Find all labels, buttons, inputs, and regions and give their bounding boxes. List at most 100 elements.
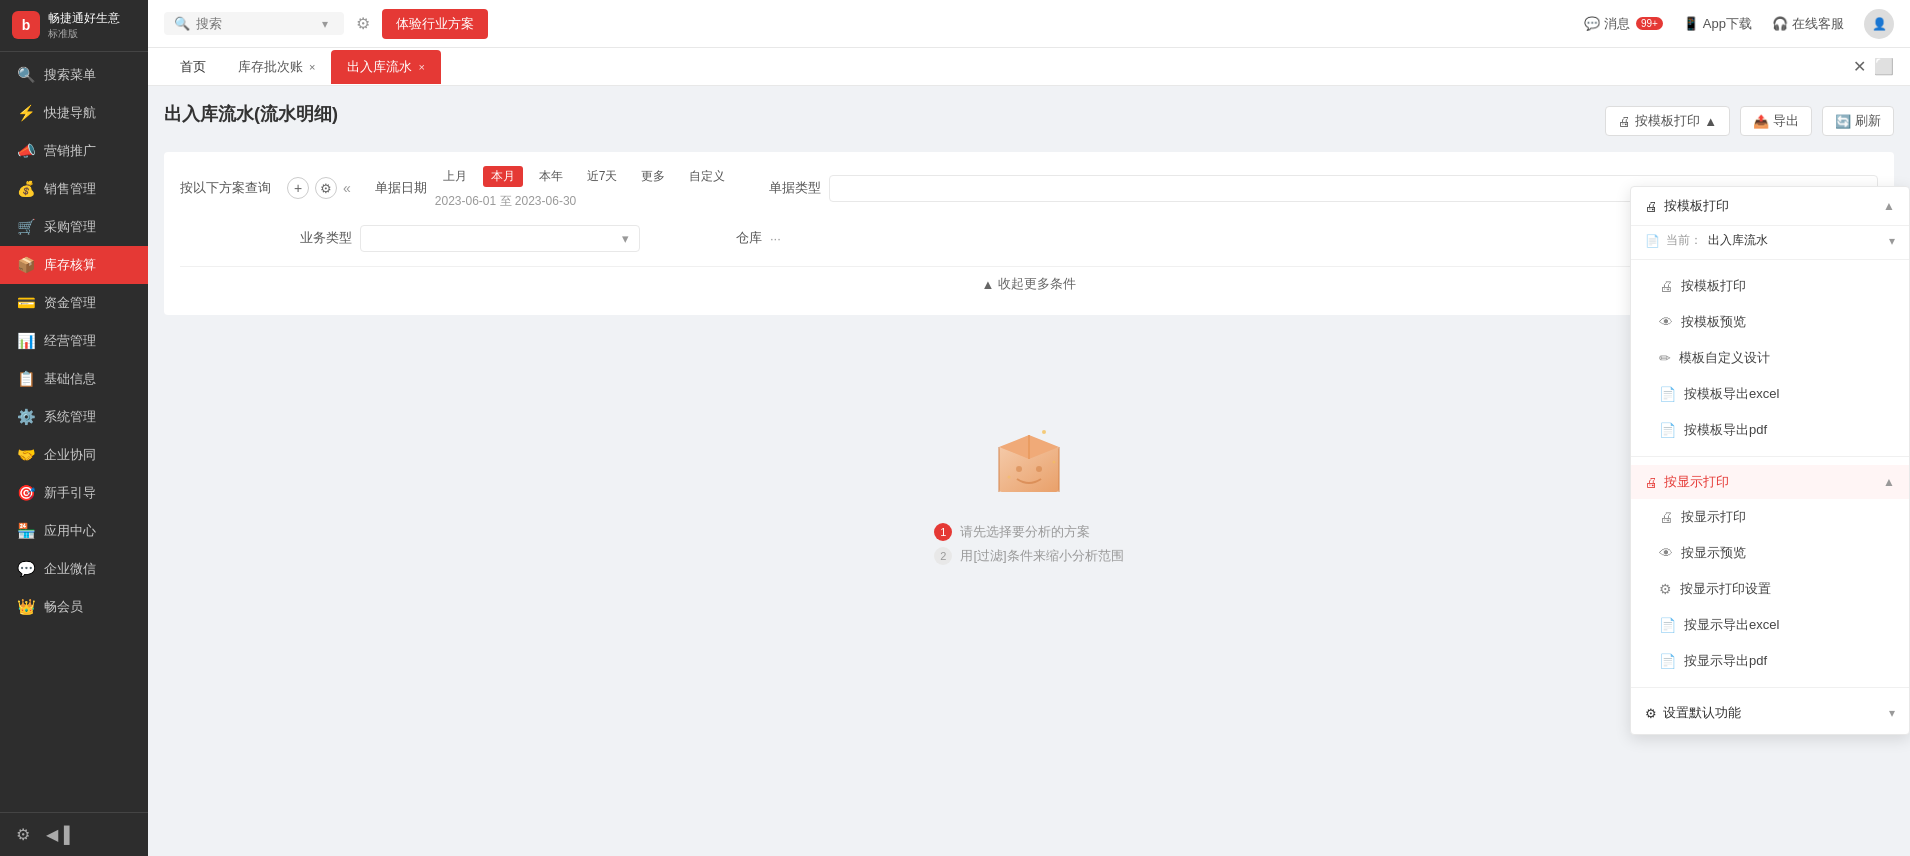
dropdown-item-display-print[interactable]: 🖨 按显示打印 — [1631, 499, 1909, 535]
print-chevron-icon: ▲ — [1704, 114, 1717, 129]
svg-point-5 — [1042, 430, 1046, 434]
sales-icon: 💰 — [16, 180, 36, 198]
window-close-icon[interactable]: ✕ — [1853, 57, 1866, 76]
online-service-button[interactable]: 🎧 在线客服 — [1772, 15, 1844, 33]
dropdown-item-display-settings[interactable]: ⚙ 按显示打印设置 — [1631, 571, 1909, 607]
filter-setting-button[interactable]: ⚙ — [315, 177, 337, 199]
date-tab-more[interactable]: 更多 — [633, 166, 673, 187]
sidebar-item-sales[interactable]: 💰 销售管理 — [0, 170, 148, 208]
display-print-icon: 🖨 — [1659, 509, 1673, 525]
dropdown-item-template-design[interactable]: ✏ 模板自定义设计 — [1631, 340, 1909, 376]
online-service-label: 在线客服 — [1792, 15, 1844, 33]
app-download-button[interactable]: 📱 App下载 — [1683, 15, 1752, 33]
app-logo-icon: b — [12, 11, 40, 39]
sidebar-item-purchase[interactable]: 🛒 采购管理 — [0, 208, 148, 246]
sidebar-item-collab[interactable]: 🤝 企业协同 — [0, 436, 148, 474]
display-section-arrow-icon: ▲ — [1883, 475, 1895, 489]
print-template-button[interactable]: 🖨 按模板打印 ▲ — [1605, 106, 1730, 136]
tab-flow[interactable]: 出入库流水 × — [331, 50, 440, 84]
svg-point-9 — [1036, 466, 1042, 472]
window-maximize-icon[interactable]: ⬜ — [1874, 57, 1894, 76]
dropdown-item-display-preview[interactable]: 👁 按显示预览 — [1631, 535, 1909, 571]
date-tab-last-month[interactable]: 上月 — [435, 166, 475, 187]
refresh-icon: 🔄 — [1835, 114, 1851, 129]
display-settings-label: 按显示打印设置 — [1680, 580, 1771, 598]
collapse-more-button[interactable]: ▲ 收起更多条件 — [180, 266, 1878, 301]
tab-flow-close-icon[interactable]: × — [418, 61, 424, 73]
sidebar-item-marketing[interactable]: 📣 营销推广 — [0, 132, 148, 170]
template-pdf-icon: 📄 — [1659, 422, 1676, 438]
dropdown-item-display-excel[interactable]: 📄 按显示导出excel — [1631, 607, 1909, 643]
dropdown-close-icon[interactable]: ▲ — [1883, 199, 1895, 213]
step-2-text: 用[过滤]条件来缩小分析范围 — [960, 547, 1123, 565]
user-avatar[interactable]: 👤 — [1864, 9, 1894, 39]
tab-batch-account-close-icon[interactable]: × — [309, 61, 315, 73]
date-tab-7days[interactable]: 近7天 — [579, 166, 626, 187]
topbar-gear-icon[interactable]: ⚙ — [356, 14, 370, 33]
sidebar-item-basic[interactable]: 📋 基础信息 — [0, 360, 148, 398]
sidebar-item-search[interactable]: 🔍 搜索菜单 — [0, 56, 148, 94]
date-tab-custom[interactable]: 自定义 — [681, 166, 733, 187]
sidebar-item-quick-nav[interactable]: ⚡ 快捷导航 — [0, 94, 148, 132]
refresh-button[interactable]: 🔄 刷新 — [1822, 106, 1894, 136]
dropdown-print-icon: 🖨 — [1645, 199, 1658, 214]
date-tab-current-month[interactable]: 本月 — [483, 166, 523, 187]
current-value: 出入库流水 — [1708, 232, 1768, 249]
dropdown-item-template-print[interactable]: 🖨 按模板打印 — [1631, 268, 1909, 304]
sidebar-item-guide-label: 新手引导 — [44, 484, 96, 502]
page-header-actions: 🖨 按模板打印 ▲ 📤 导出 🔄 刷新 — [1605, 106, 1894, 136]
industry-solution-button[interactable]: 体验行业方案 — [382, 9, 488, 39]
tab-batch-account[interactable]: 库存批次账 × — [222, 50, 331, 84]
tab-home[interactable]: 首页 — [164, 50, 222, 84]
sidebar-item-app-center[interactable]: 🏪 应用中心 — [0, 512, 148, 550]
tab-flow-label: 出入库流水 — [347, 58, 412, 76]
page-content: 出入库流水(流水明细) 🖨 按模板打印 ▲ 📤 导出 🔄 刷新 — [148, 86, 1910, 856]
message-badge: 99+ — [1636, 17, 1663, 30]
sidebar-item-finance[interactable]: 💳 资金管理 — [0, 284, 148, 322]
display-print-label: 按显示打印 — [1681, 508, 1746, 526]
date-tabs: 上月 本月 本年 近7天 更多 自定义 — [435, 166, 734, 187]
sidebar-settings-icon[interactable]: ⚙ — [16, 825, 30, 844]
sidebar-item-system[interactable]: ⚙️ 系统管理 — [0, 398, 148, 436]
sidebar-item-operation[interactable]: 📊 经营管理 — [0, 322, 148, 360]
topbar-search-box[interactable]: 🔍 ▾ — [164, 12, 344, 35]
print-icon: 🖨 — [1618, 114, 1631, 129]
warehouse-select[interactable]: ··· — [770, 226, 1639, 251]
dropdown-item-display-pdf[interactable]: 📄 按显示导出pdf — [1631, 643, 1909, 679]
display-pdf-icon: 📄 — [1659, 653, 1676, 669]
set-default-button[interactable]: ⚙ 设置默认功能 ▾ — [1631, 696, 1909, 730]
warehouse-placeholder: ··· — [770, 231, 781, 246]
sidebar-item-wechat[interactable]: 💬 企业微信 — [0, 550, 148, 588]
business-type-select[interactable]: ▾ — [360, 225, 640, 252]
sidebar-item-inventory[interactable]: 📦 库存核算 — [0, 246, 148, 284]
dropdown-item-template-excel[interactable]: 📄 按模板导出excel — [1631, 376, 1909, 412]
date-tab-this-year[interactable]: 本年 — [531, 166, 571, 187]
filter-collapse-button[interactable]: « — [343, 180, 351, 196]
date-filter: 上月 本月 本年 近7天 更多 自定义 2023-06-01 至 2023-06… — [435, 166, 734, 210]
sidebar-item-system-label: 系统管理 — [44, 408, 96, 426]
sidebar-item-search-label: 搜索菜单 — [44, 66, 96, 84]
print-dropdown-panel: 🖨 按模板打印 ▲ 📄 当前： 出入库流水 ▾ 🖨 按模板打印 — [1630, 186, 1910, 735]
dropdown-item-template-preview[interactable]: 👁 按模板预览 — [1631, 304, 1909, 340]
template-preview-icon: 👁 — [1659, 314, 1673, 330]
sidebar-item-member[interactable]: 👑 畅会员 — [0, 588, 148, 626]
page-header-row: 出入库流水(流水明细) 🖨 按模板打印 ▲ 📤 导出 🔄 刷新 — [164, 102, 1894, 140]
operation-icon: 📊 — [16, 332, 36, 350]
step-1-text: 请先选择要分析的方案 — [960, 523, 1090, 541]
dropdown-item-template-pdf[interactable]: 📄 按模板导出pdf — [1631, 412, 1909, 448]
topbar-search-input[interactable] — [196, 16, 316, 31]
set-default-label: 设置默认功能 — [1663, 704, 1741, 722]
guide-icon: 🎯 — [16, 484, 36, 502]
export-button[interactable]: 📤 导出 — [1740, 106, 1812, 136]
tabs-bar: 首页 库存批次账 × 出入库流水 × ✕ ⬜ — [148, 48, 1910, 86]
message-label: 消息 — [1604, 15, 1630, 33]
display-print-section-title[interactable]: 🖨 按显示打印 ▲ — [1631, 465, 1909, 499]
message-button[interactable]: 💬 消息 99+ — [1584, 15, 1663, 33]
headset-icon: 🎧 — [1772, 16, 1788, 31]
display-settings-icon: ⚙ — [1659, 581, 1672, 597]
template-excel-label: 按模板导出excel — [1684, 385, 1779, 403]
filter-add-button[interactable]: + — [287, 177, 309, 199]
sidebar-collapse-icon[interactable]: ◀▐ — [46, 825, 69, 844]
chevron-up-icon: ▲ — [982, 277, 995, 292]
sidebar-item-guide[interactable]: 🎯 新手引导 — [0, 474, 148, 512]
